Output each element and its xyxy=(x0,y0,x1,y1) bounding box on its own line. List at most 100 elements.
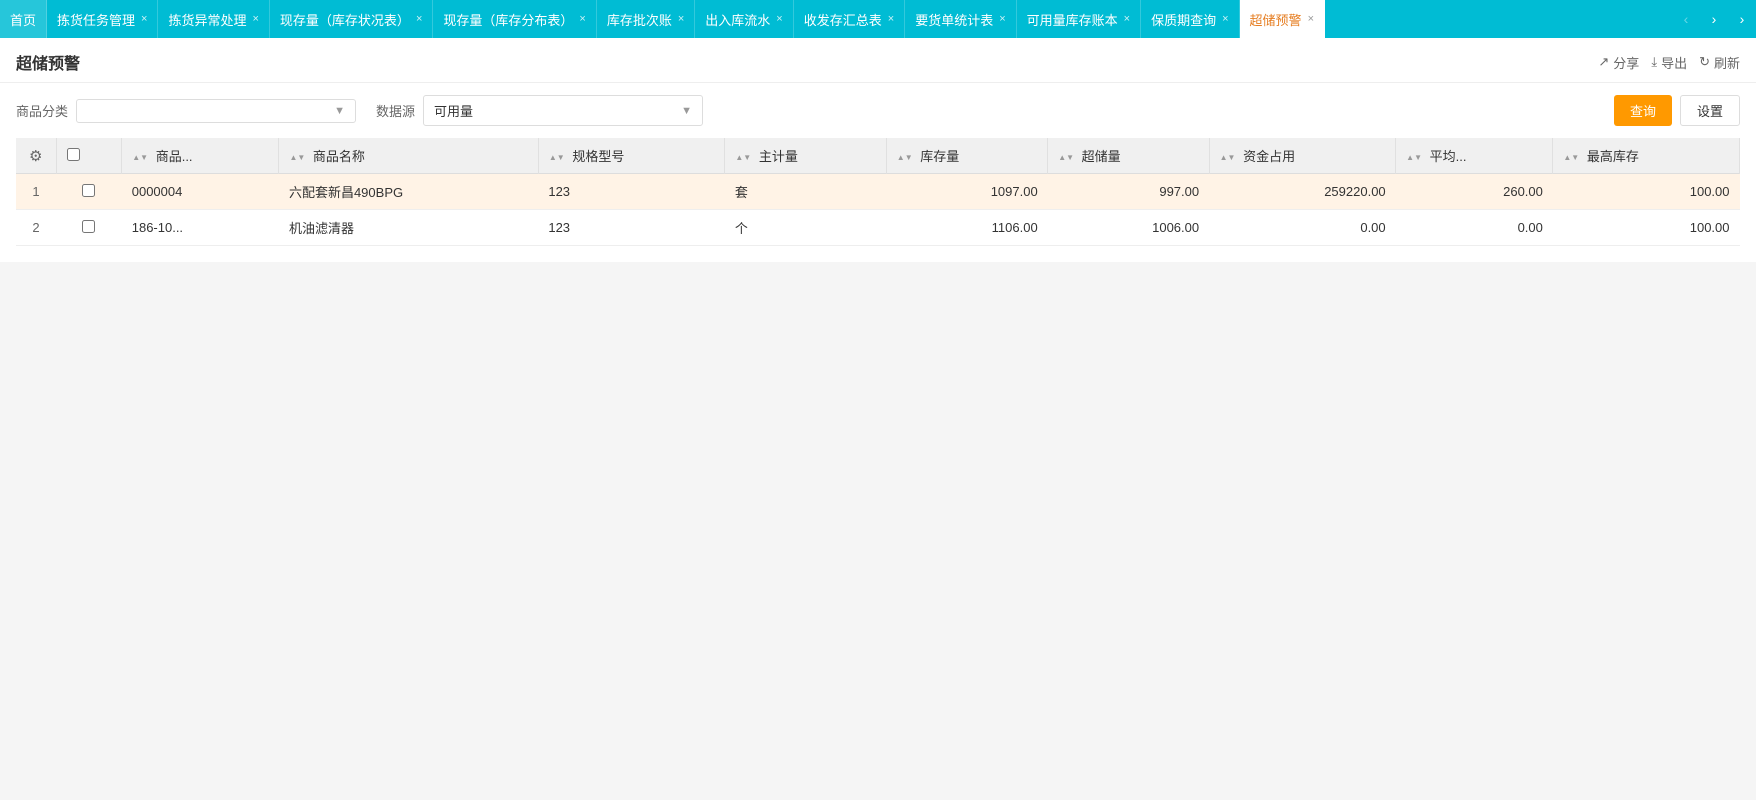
close-icon-task[interactable]: × xyxy=(141,13,147,25)
close-icon-available[interactable]: × xyxy=(1124,13,1130,25)
nav-label-summary: 收发存汇总表 xyxy=(804,10,882,29)
table-header-row: ⚙ ▲▼ 商品... ▲▼ 商品名称 ▲▼ 规格型号 xyxy=(16,138,1740,174)
export-icon: ⤓ xyxy=(1651,54,1657,70)
row-checkbox-cell xyxy=(56,174,122,210)
row-stock: 1097.00 xyxy=(886,174,1047,210)
row-checkbox[interactable] xyxy=(82,184,95,197)
col-max-stock: ▲▼ 最高库存 xyxy=(1553,138,1740,174)
col-capital: ▲▼ 资金占用 xyxy=(1209,138,1396,174)
sort-icon-stock: ▲▼ xyxy=(897,154,913,162)
col-spec: ▲▼ 规格型号 xyxy=(538,138,725,174)
datasource-label: 数据源 xyxy=(376,101,415,120)
row-checkbox[interactable] xyxy=(82,220,95,233)
row-product-name: 六配套新昌490BPG xyxy=(279,174,538,210)
datasource-chevron-icon: ▼ xyxy=(681,105,692,117)
page-container: 超储预警 ↗ 分享 ⤓ 导出 ↻ 刷新 商品分类 ▼ 数据源 xyxy=(0,38,1756,262)
close-icon-stock-status[interactable]: × xyxy=(416,13,422,25)
nav-item-summary[interactable]: 收发存汇总表 × xyxy=(794,0,905,38)
col-capital-label: 资金占用 xyxy=(1243,149,1295,164)
nav-prev-button[interactable]: ‹ xyxy=(1672,0,1700,38)
close-icon-summary[interactable]: × xyxy=(888,13,894,25)
sort-icon-capital: ▲▼ xyxy=(1220,154,1236,162)
nav-label-stock-dist: 现存量（库存分布表） xyxy=(443,10,573,29)
row-max-stock: 100.00 xyxy=(1553,210,1740,246)
sort-icon-max-stock: ▲▼ xyxy=(1563,154,1579,162)
nav-item-overstock[interactable]: 超储预警 × xyxy=(1240,0,1325,38)
gear-icon[interactable]: ⚙ xyxy=(29,148,42,165)
nav-item-task[interactable]: 拣货任务管理 × xyxy=(47,0,158,38)
nav-label-flow: 出入库流水 xyxy=(705,10,770,29)
export-button[interactable]: ⤓ 导出 xyxy=(1651,53,1687,72)
nav-item-batch[interactable]: 库存批次账 × xyxy=(597,0,695,38)
row-capital: 0.00 xyxy=(1209,210,1396,246)
row-avg: 260.00 xyxy=(1396,174,1553,210)
nav-item-stock-dist[interactable]: 现存量（库存分布表） × xyxy=(433,0,596,38)
col-max-stock-label: 最高库存 xyxy=(1587,149,1639,164)
row-overstock: 1006.00 xyxy=(1048,210,1209,246)
nav-next-button[interactable]: › xyxy=(1700,0,1728,38)
sort-icon-unit: ▲▼ xyxy=(735,154,751,162)
nav-item-available[interactable]: 可用量库存账本 × xyxy=(1017,0,1141,38)
close-icon-batch[interactable]: × xyxy=(678,13,684,25)
close-icon-flow[interactable]: × xyxy=(776,13,782,25)
select-all-checkbox[interactable] xyxy=(67,148,80,161)
nav-label-overstock: 超储预警 xyxy=(1250,10,1302,29)
sort-icon-spec: ▲▼ xyxy=(549,154,565,162)
close-icon-overstock[interactable]: × xyxy=(1308,13,1314,25)
col-product-name-label: 商品名称 xyxy=(313,149,365,164)
page-header: 超储预警 ↗ 分享 ⤓ 导出 ↻ 刷新 xyxy=(0,38,1756,83)
query-button[interactable]: 查询 xyxy=(1614,95,1672,126)
datasource-filter: 数据源 可用量 ▼ xyxy=(376,95,703,126)
col-avg: ▲▼ 平均... xyxy=(1396,138,1553,174)
page-title: 超储预警 xyxy=(16,50,80,74)
nav-label-available: 可用量库存账本 xyxy=(1027,10,1118,29)
category-select[interactable]: ▼ xyxy=(76,99,356,123)
top-navigation: 首页 拣货任务管理 × 拣货异常处理 × 现存量（库存状况表） × 现存量（库存… xyxy=(0,0,1756,38)
category-label: 商品分类 xyxy=(16,101,68,120)
filter-row: 商品分类 ▼ 数据源 可用量 ▼ 查询 设置 xyxy=(0,83,1756,138)
datasource-select[interactable]: 可用量 ▼ xyxy=(423,95,703,126)
export-label: 导出 xyxy=(1661,53,1687,72)
nav-item-home[interactable]: 首页 xyxy=(0,0,47,38)
row-spec: 123 xyxy=(538,174,725,210)
row-spec: 123 xyxy=(538,210,725,246)
sort-icon-overstock: ▲▼ xyxy=(1058,154,1074,162)
refresh-button[interactable]: ↻ 刷新 xyxy=(1699,53,1740,72)
col-checkbox xyxy=(56,138,122,174)
nav-more-button[interactable]: › xyxy=(1728,0,1756,38)
close-icon-stock-dist[interactable]: × xyxy=(579,13,585,25)
refresh-icon: ↻ xyxy=(1699,54,1710,70)
share-label: 分享 xyxy=(1613,53,1639,72)
row-checkbox-cell xyxy=(56,210,122,246)
nav-item-expiry[interactable]: 保质期查询 × xyxy=(1141,0,1239,38)
col-unit: ▲▼ 主计量 xyxy=(725,138,886,174)
col-product-code: ▲▼ 商品... xyxy=(122,138,279,174)
row-product-name: 机油滤清器 xyxy=(279,210,538,246)
share-button[interactable]: ↗ 分享 xyxy=(1598,53,1639,72)
sort-icon-avg: ▲▼ xyxy=(1406,154,1422,162)
page-actions: ↗ 分享 ⤓ 导出 ↻ 刷新 xyxy=(1598,53,1740,72)
nav-item-flow[interactable]: 出入库流水 × xyxy=(695,0,793,38)
row-unit: 套 xyxy=(725,174,886,210)
settings-button[interactable]: 设置 xyxy=(1680,95,1740,126)
row-product-code: 186-10... xyxy=(122,210,279,246)
sort-icon-product-name: ▲▼ xyxy=(289,154,305,162)
close-icon-expiry[interactable]: × xyxy=(1222,13,1228,25)
row-max-stock: 100.00 xyxy=(1553,174,1740,210)
nav-item-exception[interactable]: 拣货异常处理 × xyxy=(158,0,269,38)
close-icon-order-stats[interactable]: × xyxy=(999,13,1005,25)
col-unit-label: 主计量 xyxy=(759,149,798,164)
nav-label-expiry: 保质期查询 xyxy=(1151,10,1216,29)
category-filter: 商品分类 ▼ xyxy=(16,99,356,123)
nav-label-exception: 拣货异常处理 xyxy=(168,10,246,29)
nav-item-order-stats[interactable]: 要货单统计表 × xyxy=(905,0,1016,38)
row-index: 2 xyxy=(16,210,56,246)
close-icon-exception[interactable]: × xyxy=(252,13,258,25)
col-product-name: ▲▼ 商品名称 xyxy=(279,138,538,174)
col-stock: ▲▼ 库存量 xyxy=(886,138,1047,174)
overstock-table: ⚙ ▲▼ 商品... ▲▼ 商品名称 ▲▼ 规格型号 xyxy=(16,138,1740,246)
row-product-code: 0000004 xyxy=(122,174,279,210)
share-icon: ↗ xyxy=(1598,54,1609,70)
row-index: 1 xyxy=(16,174,56,210)
nav-item-stock-status[interactable]: 现存量（库存状况表） × xyxy=(270,0,433,38)
